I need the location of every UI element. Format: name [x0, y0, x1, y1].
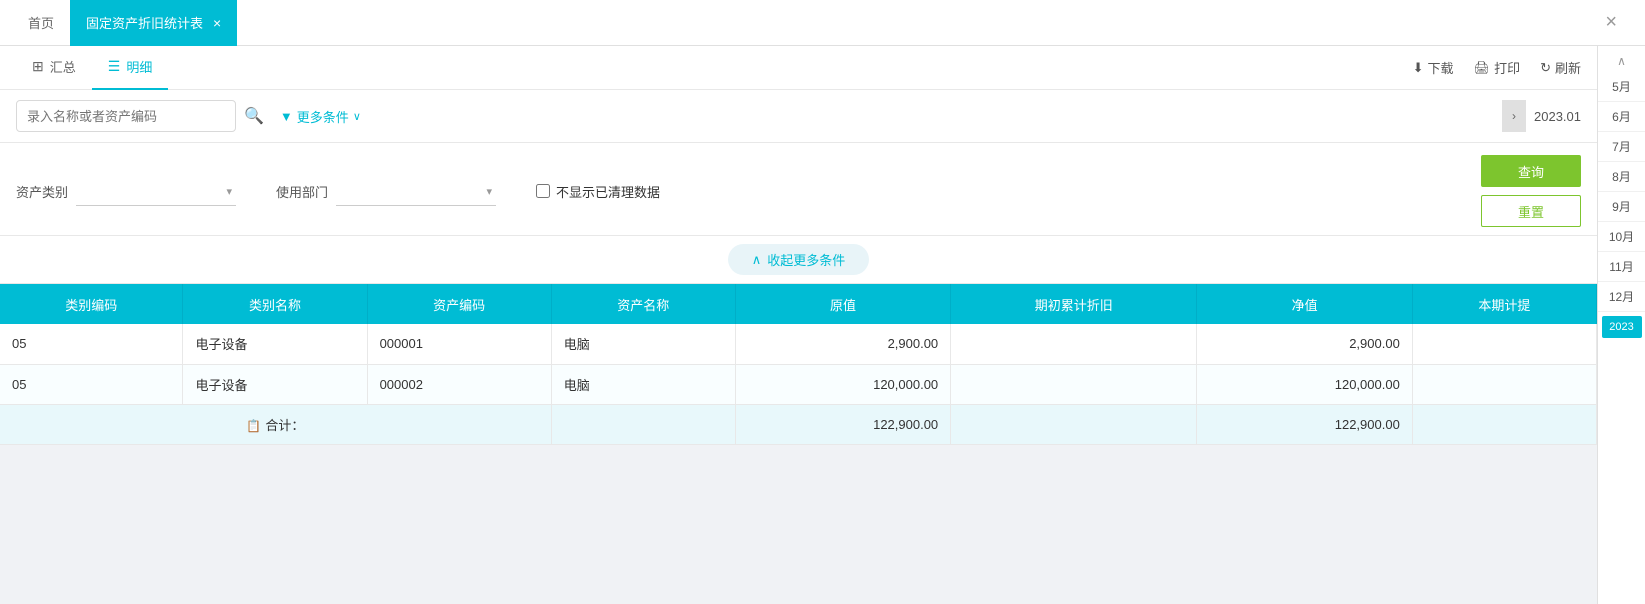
total-accumulated-dep: [951, 404, 1197, 444]
col-header-category-name: 类别名称: [183, 284, 367, 324]
print-label: 打印: [1494, 58, 1520, 77]
refresh-label: 刷新: [1555, 58, 1581, 77]
col-header-category-code: 类别编码: [0, 284, 183, 324]
col-header-net-value: 净值: [1197, 284, 1412, 324]
col-header-accumulated-dep: 期初累计折旧: [951, 284, 1197, 324]
cell-original-value: 2,900.00: [735, 324, 950, 364]
cell-category-name: 电子设备: [183, 364, 367, 404]
cell-category-code: 05: [0, 324, 183, 364]
collapse-icon: ∧: [752, 252, 762, 268]
table-row[interactable]: 05 电子设备 000002 电脑 120,000.00 120,000.00: [0, 364, 1597, 404]
nav-home[interactable]: 首页: [12, 0, 70, 46]
cell-current-dep: [1412, 324, 1596, 364]
month-item[interactable]: 9月: [1598, 192, 1645, 222]
download-icon: ⬇: [1413, 60, 1424, 76]
total-icon: 📋: [246, 419, 261, 433]
month-item[interactable]: 11月: [1598, 252, 1645, 282]
table-row[interactable]: 05 电子设备 000001 电脑 2,900.00 2,900.00: [0, 324, 1597, 364]
year-badge[interactable]: 2023: [1602, 316, 1642, 338]
tab-label: 固定资产折旧统计表: [86, 13, 203, 32]
cell-net-value: 2,900.00: [1197, 324, 1412, 364]
refresh-icon: ↻: [1540, 60, 1551, 76]
total-label: 📋合计：: [0, 404, 551, 444]
asset-category-select[interactable]: [76, 176, 236, 206]
total-net-value: 122,900.00: [1197, 404, 1412, 444]
cell-accumulated-dep: [951, 364, 1197, 404]
detail-label: 明细: [126, 57, 152, 76]
cell-asset-name: 电脑: [551, 364, 735, 404]
date-display: 2023.01: [1534, 109, 1581, 124]
window-close-button[interactable]: ×: [1605, 11, 1633, 34]
reset-button[interactable]: 重置: [1481, 195, 1581, 227]
tab-close-icon[interactable]: ×: [213, 15, 221, 31]
month-item[interactable]: 10月: [1598, 222, 1645, 252]
month-item[interactable]: 6月: [1598, 102, 1645, 132]
more-filter-button[interactable]: ▼ 更多条件 ∨: [280, 107, 361, 126]
col-header-asset-name: 资产名称: [551, 284, 735, 324]
col-header-asset-code: 资产编码: [367, 284, 551, 324]
active-tab[interactable]: 固定资产折旧统计表 ×: [70, 0, 237, 46]
download-label: 下载: [1428, 58, 1454, 77]
tab-detail[interactable]: ☰ 明细: [92, 46, 169, 90]
search-input[interactable]: [16, 100, 236, 132]
cell-net-value: 120,000.00: [1197, 364, 1412, 404]
total-asset-name: [551, 404, 735, 444]
col-header-current-dep: 本期计提: [1412, 284, 1596, 324]
cell-current-dep: [1412, 364, 1596, 404]
cell-asset-code: 000001: [367, 324, 551, 364]
total-current-dep: [1412, 404, 1596, 444]
department-select[interactable]: [336, 176, 496, 206]
table-total-row: 📋合计： 122,900.00 122,900.00: [0, 404, 1597, 444]
tab-summary[interactable]: ⊞ 汇总: [16, 46, 92, 90]
refresh-button[interactable]: ↻ 刷新: [1540, 58, 1581, 77]
cell-original-value: 120,000.00: [735, 364, 950, 404]
month-item[interactable]: 7月: [1598, 132, 1645, 162]
month-item[interactable]: 8月: [1598, 162, 1645, 192]
total-original-value: 122,900.00: [735, 404, 950, 444]
detail-icon: ☰: [108, 58, 121, 75]
month-item[interactable]: 12月: [1598, 282, 1645, 312]
query-button[interactable]: 查询: [1481, 155, 1581, 187]
hide-cleared-label: 不显示已清理数据: [556, 182, 660, 201]
print-button[interactable]: 🖨 打印: [1474, 58, 1521, 77]
print-icon: 🖨: [1474, 60, 1491, 76]
cell-asset-name: 电脑: [551, 324, 735, 364]
more-filter-label: 更多条件: [297, 107, 349, 126]
cell-category-name: 电子设备: [183, 324, 367, 364]
download-button[interactable]: ⬇ 下载: [1413, 58, 1454, 77]
summary-icon: ⊞: [32, 58, 44, 75]
nav-arrow-button[interactable]: ›: [1502, 100, 1526, 132]
month-item[interactable]: 5月: [1598, 72, 1645, 102]
hide-cleared-checkbox[interactable]: [536, 184, 550, 198]
collapse-button[interactable]: ∧ 收起更多条件: [728, 244, 870, 275]
cell-accumulated-dep: [951, 324, 1197, 364]
collapse-label: 收起更多条件: [767, 250, 845, 269]
up-arrow-button[interactable]: ∧: [1613, 50, 1630, 72]
cell-asset-code: 000002: [367, 364, 551, 404]
chevron-down-icon: ∨: [353, 110, 361, 123]
table-wrapper: 类别编码 类别名称 资产编码 资产名称 原值 期初累计折旧 净值 本期计提 05…: [0, 284, 1597, 445]
col-header-original-value: 原值: [735, 284, 950, 324]
department-label: 使用部门: [276, 182, 328, 201]
summary-label: 汇总: [50, 57, 76, 76]
cell-category-code: 05: [0, 364, 183, 404]
filter-icon: ▼: [280, 109, 293, 124]
search-icon[interactable]: 🔍: [244, 106, 264, 126]
asset-category-label: 资产类别: [16, 182, 68, 201]
